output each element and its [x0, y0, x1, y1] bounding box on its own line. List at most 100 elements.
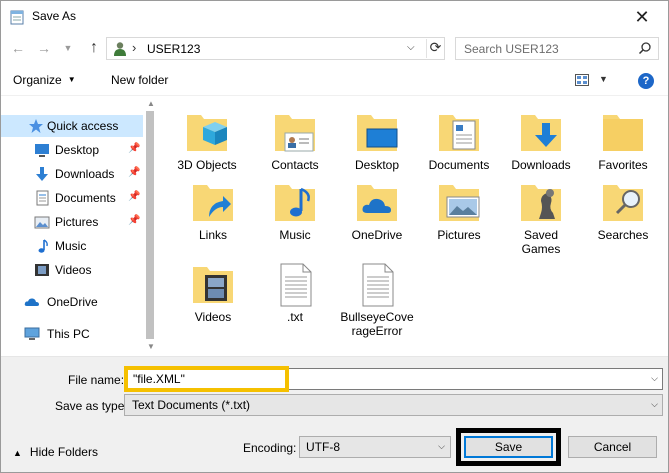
hide-folders-button[interactable]: ▲ Hide Folders [13, 445, 98, 459]
chevron-down-icon[interactable]: ⌵ [651, 373, 658, 384]
save-button[interactable]: Save [464, 436, 553, 458]
save-as-dialog: Save As ✕ ← → ▼ ↑ › USER123 ⌵ ⟳ Search U… [0, 0, 669, 473]
pictures-icon [34, 216, 50, 229]
pin-icon[interactable]: 📌 [128, 143, 140, 154]
file-bullseye-coverage-error[interactable]: BullseyeCoverageError [340, 261, 414, 338]
notepad-icon [10, 10, 24, 25]
recent-locations-button[interactable]: ▼ [59, 39, 77, 57]
hide-folders-label: Hide Folders [29, 445, 98, 459]
help-icon[interactable]: ? [638, 73, 654, 89]
folder-desktop[interactable]: Desktop [340, 109, 414, 172]
back-button[interactable]: ← [9, 39, 27, 57]
nav-item-music[interactable]: Music [1, 235, 143, 257]
new-folder-button[interactable]: New folder [111, 73, 168, 87]
folder-pictures[interactable]: Pictures [422, 179, 496, 242]
pin-icon[interactable]: 📌 [128, 167, 140, 178]
folder-downloads[interactable]: Downloads [504, 109, 578, 172]
cloud-icon [24, 298, 39, 306]
view-options-icon[interactable] [575, 74, 589, 86]
file-label: Documents [428, 158, 490, 172]
nav-item-quick-access[interactable]: Quick access [1, 115, 143, 137]
forward-button[interactable]: → [35, 39, 53, 57]
chevron-up-icon: ▲ [13, 448, 22, 458]
scroll-up-icon[interactable]: ▲ [147, 99, 155, 108]
folder-documents[interactable]: Documents [422, 109, 496, 172]
file-label: Links [198, 228, 227, 242]
text-file-icon [280, 263, 312, 307]
save-as-type-label: Save as type: [55, 399, 128, 413]
folder-contacts[interactable]: Contacts [258, 109, 332, 172]
organize-label: Organize [13, 73, 62, 87]
nav-label: Music [55, 239, 87, 253]
chevron-down-icon: ⌵ [438, 441, 445, 451]
search-input[interactable]: Search USER123 [455, 37, 659, 60]
file-txt[interactable]: .txt [258, 261, 332, 324]
encoding-select[interactable]: UTF-8 ⌵ [299, 436, 451, 458]
cancel-button[interactable]: Cancel [568, 436, 657, 458]
folder-saved-games[interactable]: Saved Games [504, 179, 578, 256]
scrollbar-thumb[interactable] [146, 111, 154, 339]
nav-item-desktop[interactable]: Desktop 📌 [1, 139, 143, 161]
save-as-type-select[interactable]: Text Documents (*.txt) ⌵ [124, 394, 663, 416]
organize-button[interactable]: Organize ▼ [13, 73, 76, 87]
file-label: Pictures [437, 228, 481, 242]
breadcrumb-separator[interactable]: › [132, 40, 136, 55]
nav-item-pictures[interactable]: Pictures 📌 [1, 211, 143, 233]
title-bar: Save As ✕ [1, 1, 668, 33]
videos-icon [35, 264, 49, 276]
documents-folder-icon [439, 115, 479, 151]
file-label: Favorites [598, 158, 648, 172]
file-label: Downloads [511, 158, 571, 172]
refresh-button[interactable]: ⟳ [426, 39, 444, 58]
desktop-folder-icon [357, 115, 398, 151]
file-label: Videos [194, 310, 232, 324]
search-placeholder: Search USER123 [464, 42, 559, 56]
save-options-panel: File name: "file.XML" ⌵ Save as type: Te… [1, 356, 668, 472]
file-name-highlight [124, 366, 289, 392]
close-button[interactable]: ✕ [622, 1, 662, 33]
folder-favorites[interactable]: Favorites [586, 109, 660, 172]
breadcrumb-user[interactable]: USER123 [147, 42, 200, 56]
nav-label: OneDrive [47, 295, 98, 309]
downloads-folder-icon [521, 115, 561, 151]
contacts-folder-icon [275, 115, 315, 152]
nav-label: Quick access [47, 119, 119, 133]
nav-label: Downloads [55, 167, 115, 181]
favorites-folder-icon [603, 115, 643, 151]
searches-folder-icon [603, 185, 643, 221]
folder-links[interactable]: Links [176, 179, 250, 242]
nav-item-videos[interactable]: Videos [1, 259, 143, 281]
folder-music[interactable]: Music [258, 179, 332, 242]
file-label: Music [279, 228, 311, 242]
documents-icon [36, 190, 49, 206]
nav-item-onedrive[interactable]: OneDrive [1, 291, 143, 313]
onedrive-folder-icon [357, 185, 397, 221]
links-folder-icon [193, 185, 233, 221]
file-label: Contacts [271, 158, 319, 172]
encoding-label: Encoding: [243, 441, 297, 455]
3d-objects-folder-icon [187, 115, 227, 151]
desktop-icon [35, 144, 49, 157]
nav-label: Documents [55, 191, 116, 205]
nav-item-downloads[interactable]: Downloads 📌 [1, 163, 143, 185]
folder-searches[interactable]: Searches [586, 179, 660, 242]
folder-videos[interactable]: Videos [176, 261, 250, 324]
folder-3d-objects[interactable]: 3D Objects [170, 109, 244, 172]
pin-icon[interactable]: 📌 [128, 215, 140, 226]
navigation-bar: ← → ▼ ↑ › USER123 ⌵ ⟳ Search USER123 [1, 33, 668, 63]
download-icon [36, 167, 48, 181]
pin-icon[interactable]: 📌 [128, 191, 140, 202]
view-options-dropdown[interactable]: ▼ [599, 74, 608, 84]
star-icon [29, 119, 43, 133]
chevron-down-icon: ▼ [67, 75, 76, 84]
pictures-folder-icon [439, 185, 480, 221]
address-bar[interactable]: › USER123 ⌵ ⟳ [106, 37, 445, 60]
up-button[interactable]: ↑ [85, 39, 103, 57]
videos-folder-icon [193, 267, 233, 303]
file-view: 3D Objects Contacts Desktop Documents Do… [162, 97, 668, 356]
nav-item-this-pc[interactable]: This PC [1, 323, 143, 345]
nav-item-documents[interactable]: Documents 📌 [1, 187, 143, 209]
scroll-down-icon[interactable]: ▼ [147, 342, 155, 351]
folder-onedrive[interactable]: OneDrive [340, 179, 414, 242]
address-dropdown-button[interactable]: ⌵ [407, 42, 415, 53]
